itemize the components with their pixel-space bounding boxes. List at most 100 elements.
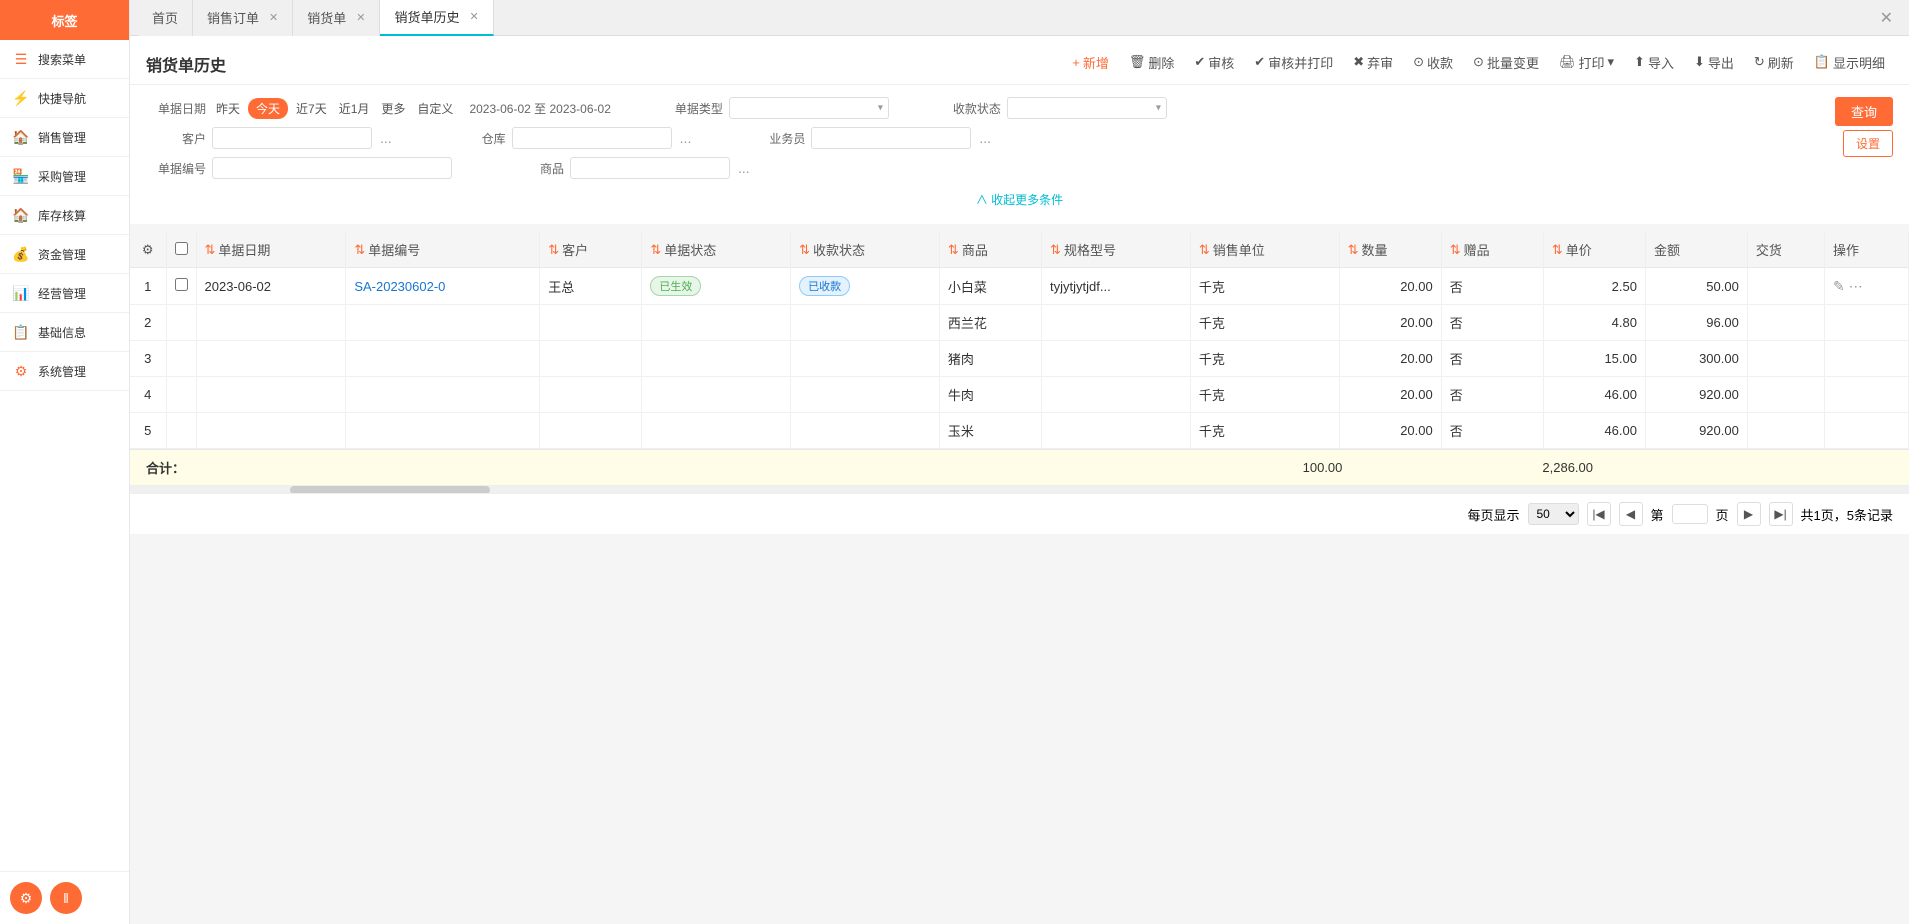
seq-cell: 3 [130, 341, 166, 377]
sidebar-item-inventory[interactable]: 🏠 库存核算 [0, 196, 129, 235]
doc-no-input[interactable] [212, 157, 452, 179]
row-checkbox[interactable] [175, 278, 188, 291]
th-gift[interactable]: ⇅赠品 [1441, 232, 1543, 268]
tab-sales-history[interactable]: 销货单历史 ✕ [380, 0, 493, 36]
th-payment-status[interactable]: ⇅收款状态 [791, 232, 940, 268]
th-doc-no[interactable]: ⇅单据编号 [346, 232, 540, 268]
edit-icon[interactable]: ✎ [1833, 278, 1845, 295]
first-page-button[interactable]: |◀ [1587, 502, 1611, 526]
goods-dots[interactable]: ... [736, 160, 752, 176]
th-quantity[interactable]: ⇅数量 [1339, 232, 1441, 268]
select-all-checkbox[interactable] [175, 242, 188, 255]
next-page-button[interactable]: ▶ [1737, 502, 1761, 526]
th-settings[interactable]: ⚙ [130, 232, 166, 268]
sidebar-item-basic-info[interactable]: 📋 基础信息 [0, 313, 129, 352]
sidebar-item-system[interactable]: ⚙ 系统管理 [0, 352, 129, 391]
sidebar-item-purchase[interactable]: 🏪 采购管理 [0, 157, 129, 196]
tab-sales-order-label: 销售订单 [207, 8, 259, 27]
batch-change-button[interactable]: ⊙ 批量变更 [1465, 49, 1547, 76]
filter-area: 单据日期 昨天 今天 近7天 近1月 更多 自定义 2023-06-02 至 2… [130, 85, 1909, 224]
warehouse-filter: 仓库 ... [446, 127, 694, 149]
doc-type-select-wrapper [729, 97, 889, 119]
tab-bar-close-all[interactable]: ✕ [1872, 8, 1901, 28]
sidebar-item-search-menu[interactable]: ☰ 搜索菜单 [0, 40, 129, 79]
per-page-select[interactable]: 50 100 [1528, 503, 1579, 525]
discard-button[interactable]: ✖ 弃审 [1345, 49, 1401, 76]
query-button[interactable]: 查询 [1835, 97, 1893, 126]
print-button[interactable]: 🖨 打印 ▾ [1551, 49, 1622, 76]
customer-dots[interactable]: ... [378, 130, 394, 146]
payment-status-cell [791, 305, 940, 341]
action-cell [1825, 413, 1909, 449]
more-icon[interactable]: ⋯ [1849, 278, 1863, 295]
last-page-button[interactable]: ▶| [1769, 502, 1793, 526]
export-button[interactable]: ⬇ 导出 [1686, 49, 1742, 76]
salesperson-dots[interactable]: ... [977, 130, 993, 146]
sort-icon: ⇅ [1348, 242, 1359, 258]
date-btn-1month[interactable]: 近1月 [335, 98, 374, 119]
th-goods[interactable]: ⇅商品 [939, 232, 1041, 268]
goods-input[interactable] [570, 157, 730, 179]
sidebar-item-operations[interactable]: 📊 经营管理 [0, 274, 129, 313]
close-sales-history-icon[interactable]: ✕ [470, 10, 479, 23]
review-print-icon: ✔ [1254, 54, 1265, 70]
th-doc-status[interactable]: ⇅单据状态 [642, 232, 791, 268]
date-btn-yesterday[interactable]: 昨天 [212, 98, 244, 119]
date-btn-custom[interactable]: 自定义 [413, 98, 457, 119]
import-icon: ⬆ [1634, 54, 1645, 70]
th-spec[interactable]: ⇅规格型号 [1042, 232, 1191, 268]
th-unit[interactable]: ⇅销售单位 [1190, 232, 1339, 268]
doc-type-select[interactable] [729, 97, 889, 119]
refresh-button[interactable]: ↻ 刷新 [1746, 49, 1802, 76]
review-button[interactable]: ✔ 审核 [1186, 49, 1242, 76]
date-btn-7days[interactable]: 近7天 [292, 98, 331, 119]
gift-cell: 否 [1441, 268, 1543, 305]
collapse-more[interactable]: ∧ 收起更多条件 [146, 187, 1893, 212]
scroll-thumb[interactable] [290, 486, 490, 493]
salesperson-input[interactable] [811, 127, 971, 149]
amount-cell: 920.00 [1645, 377, 1747, 413]
date-btn-more[interactable]: 更多 [377, 98, 409, 119]
sidebar-item-sales[interactable]: 🏠 销售管理 [0, 118, 129, 157]
tab-sales-delivery[interactable]: 销货单 ✕ [293, 0, 380, 36]
collect-button[interactable]: ⊙ 收款 [1405, 49, 1461, 76]
customer-input[interactable] [212, 127, 372, 149]
payment-status-cell: 已收款 [791, 268, 940, 305]
show-detail-button[interactable]: 📋 显示明细 [1806, 49, 1893, 76]
page-number-input[interactable]: 1 [1672, 504, 1708, 524]
sidebar-settings-button[interactable]: ⚙ [10, 882, 42, 914]
unit-cell: 千克 [1190, 268, 1339, 305]
th-unit-price-label: 单价 [1566, 240, 1592, 259]
batch-change-icon: ⊙ [1473, 54, 1484, 70]
set-button[interactable]: 设置 [1843, 130, 1893, 157]
tab-sales-order[interactable]: 销售订单 ✕ [193, 0, 293, 36]
delete-button[interactable]: 🗑 删除 [1121, 49, 1183, 76]
warehouse-input[interactable] [512, 127, 672, 149]
th-unit-price[interactable]: ⇅单价 [1543, 232, 1645, 268]
close-sales-order-icon[interactable]: ✕ [269, 11, 278, 24]
discard-icon: ✖ [1353, 54, 1364, 70]
tab-home[interactable]: 首页 [138, 0, 193, 36]
finance-icon: 💰 [12, 245, 30, 263]
doc-no-link[interactable]: SA-20230602-0 [354, 279, 445, 294]
goods-cell: 猪肉 [939, 341, 1041, 377]
th-doc-date[interactable]: ⇅单据日期 [196, 232, 346, 268]
payment-status-select[interactable] [1007, 97, 1167, 119]
prev-page-button[interactable]: ◀ [1619, 502, 1643, 526]
sidebar-item-quick-nav[interactable]: ⚡ 快捷导航 [0, 79, 129, 118]
new-button[interactable]: + 新增 [1064, 49, 1117, 76]
warehouse-dots[interactable]: ... [678, 130, 694, 146]
th-checkbox[interactable] [166, 232, 196, 268]
goods-cell: 西兰花 [939, 305, 1041, 341]
sidebar-item-finance[interactable]: 💰 资金管理 [0, 235, 129, 274]
th-customer[interactable]: ⇅客户 [540, 232, 642, 268]
date-btn-today[interactable]: 今天 [248, 98, 288, 119]
sidebar-logo: 标签 [0, 0, 129, 40]
horizontal-scrollbar[interactable] [130, 485, 1909, 493]
doc-no-cell [346, 377, 540, 413]
sidebar-collapse-button[interactable]: ‖ [50, 882, 82, 914]
close-sales-delivery-icon[interactable]: ✕ [356, 11, 365, 24]
import-button[interactable]: ⬆ 导入 [1626, 49, 1682, 76]
review-print-button[interactable]: ✔ 审核并打印 [1246, 49, 1341, 76]
doc-status-cell [642, 413, 791, 449]
